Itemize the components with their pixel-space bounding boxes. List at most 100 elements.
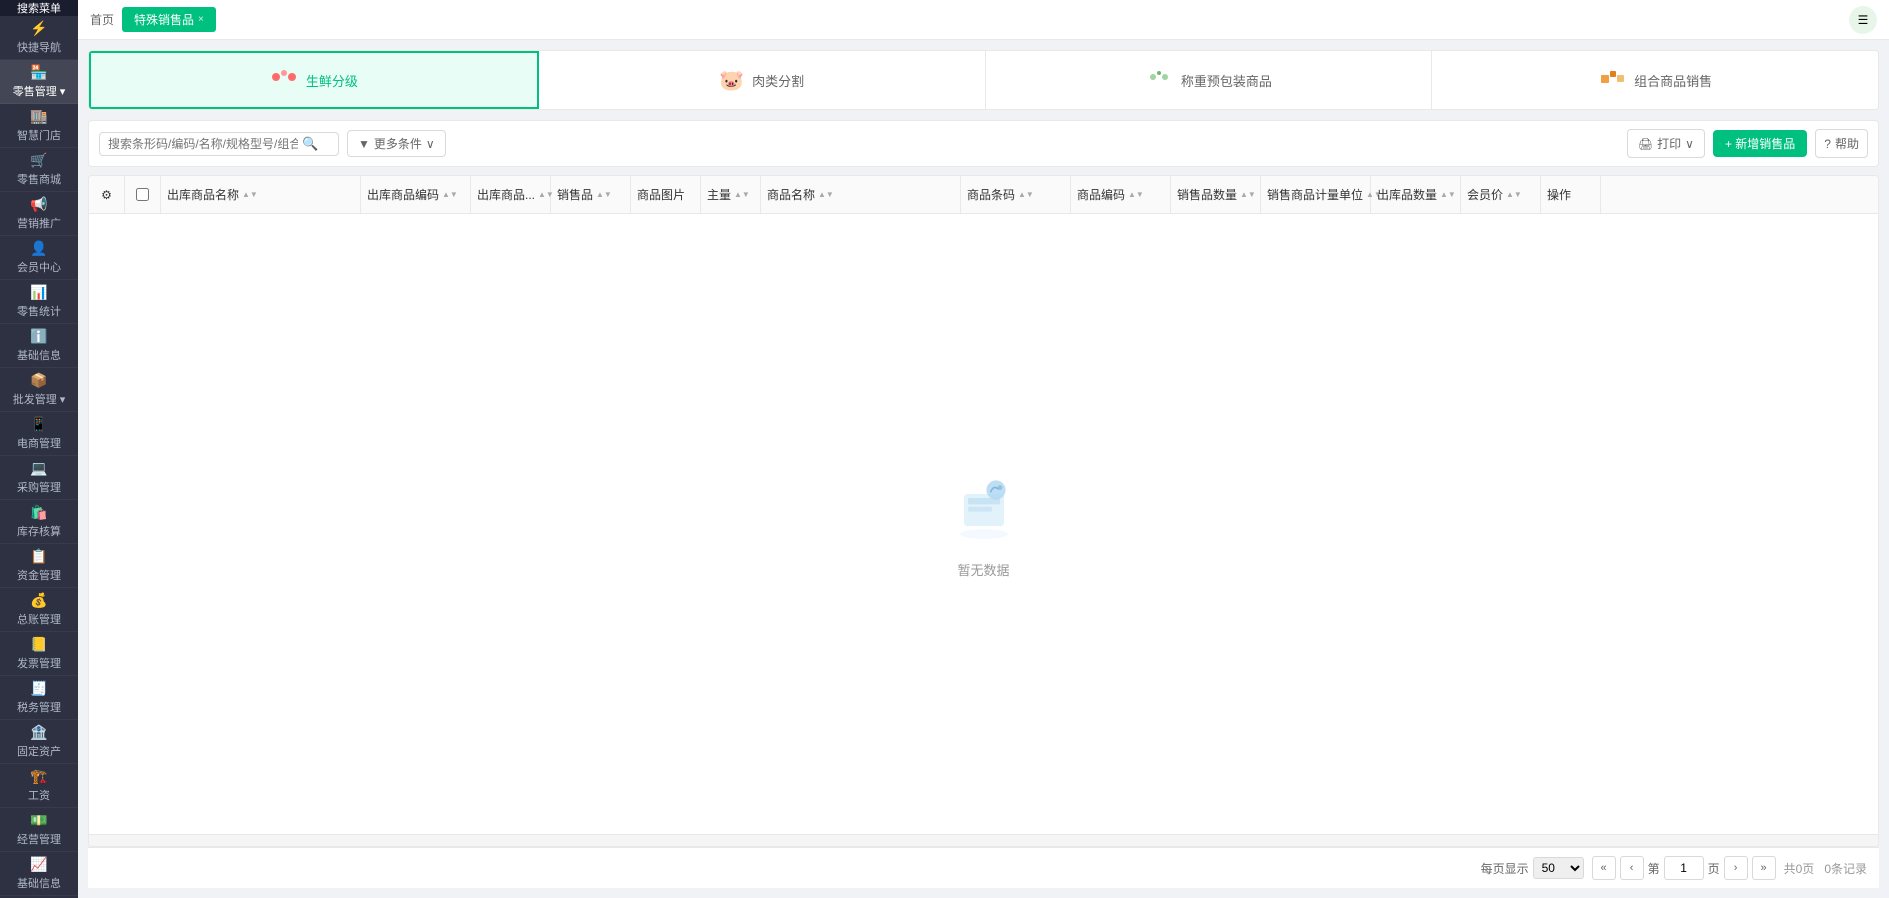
sidebar-item-label: 采购管理: [17, 479, 61, 495]
finance-icon: 💰: [30, 592, 47, 609]
add-sales-item-button[interactable]: + 新增销售品: [1713, 130, 1807, 157]
category-tabs: 生鲜分级 🐷 肉类分割 称重预包装商品: [88, 50, 1879, 110]
toggle-sidebar-button[interactable]: ☰: [1849, 6, 1877, 34]
th-out-sub: 出库商品... ▲▼: [471, 176, 551, 213]
sidebar-item-ecom-mgmt[interactable]: 💻 采购管理: [0, 456, 78, 500]
cat-tab-combo-sale[interactable]: 组合商品销售: [1432, 51, 1878, 109]
cat-tab-meat-cut[interactable]: 🐷 肉类分割: [539, 51, 986, 109]
sidebar-item-wholesale-mgmt[interactable]: 📦 批发管理 ▾: [0, 368, 78, 412]
sidebar-item-retail-stats[interactable]: 📊 零售统计: [0, 280, 78, 324]
page-total: 共0页 0条记录: [1784, 860, 1867, 877]
sidebar-item-label: 基础信息: [17, 875, 61, 891]
total-pages: 共0页: [1784, 862, 1815, 876]
topbar: 首页 特殊销售品 × ☰: [78, 0, 1889, 40]
first-page-button[interactable]: «: [1592, 856, 1616, 880]
th-unit: 主量 ▲▼: [701, 176, 761, 213]
sort-arrows-barcode[interactable]: ▲▼: [1018, 191, 1034, 199]
sort-arrows-sale-qty[interactable]: ▲▼: [1240, 191, 1256, 199]
sidebar-item-smart-store[interactable]: 🏬 智慧门店: [0, 104, 78, 148]
print-button[interactable]: 🖨 打印 ∨: [1627, 129, 1705, 158]
sidebar-item-retail-mgmt[interactable]: 🏪 零售管理 ▾: [0, 60, 78, 104]
sidebar-item-finance[interactable]: 💰 总账管理: [0, 588, 78, 632]
th-barcode-label: 商品条码: [967, 186, 1015, 203]
sidebar-item-ops-mgmt[interactable]: 📈 基础信息: [0, 852, 78, 896]
th-member-price: 会员价 ▲▼: [1461, 176, 1541, 213]
prev-page-button[interactable]: ‹: [1620, 856, 1644, 880]
sidebar-item-label: 电商管理: [17, 435, 61, 451]
sort-arrows-code[interactable]: ▲▼: [442, 191, 458, 199]
sidebar-item-general-ledger[interactable]: 📒 发票管理: [0, 632, 78, 676]
toolbar: 🔍 ▼ 更多条件 ∨ 🖨 打印 ∨ + 新增销售品 ? 帮助: [88, 120, 1879, 167]
cat-tab-weight-pack[interactable]: 称重预包装商品: [986, 51, 1433, 109]
sidebar-item-mini-ecom[interactable]: 📱 电商管理: [0, 412, 78, 456]
per-page-select[interactable]: 10 20 50 100: [1533, 857, 1584, 879]
sidebar-item-label: 工资: [28, 787, 50, 803]
sidebar-item-quick-nav[interactable]: ⚡ 快捷导航: [0, 16, 78, 60]
active-tab-label: 特殊销售品: [134, 11, 194, 28]
th-goods-name: 商品名称 ▲▼: [761, 176, 961, 213]
active-tab[interactable]: 特殊销售品 ×: [122, 7, 216, 32]
th-sale-unit: 销售商品计量单位 ▲▼: [1261, 176, 1371, 213]
th-checkbox[interactable]: [125, 176, 161, 213]
mini-ecom-icon: 📱: [30, 416, 47, 433]
sidebar-item-invoice-mgmt[interactable]: 🧾 税务管理: [0, 676, 78, 720]
member-center-icon: 👤: [30, 240, 47, 257]
main-content: 首页 特殊销售品 × ☰ 生鲜分级: [78, 0, 1889, 898]
next-page-button[interactable]: ›: [1724, 856, 1748, 880]
th-op-label: 操作: [1547, 186, 1571, 203]
sort-arrows-member-price[interactable]: ▲▼: [1506, 191, 1522, 199]
th-member-price-label: 会员价: [1467, 186, 1503, 203]
inventory-icon: 📋: [30, 548, 47, 565]
sidebar-item-inventory[interactable]: 📋 资金管理: [0, 544, 78, 588]
smart-store-icon: 🏬: [30, 108, 47, 125]
salary-icon: 💵: [30, 812, 47, 829]
sort-arrows-sale[interactable]: ▲▼: [596, 191, 612, 199]
marketing-icon: 📢: [30, 196, 47, 213]
sidebar-item-retail-mall[interactable]: 🛒 零售商城: [0, 148, 78, 192]
filter-button[interactable]: ▼ 更多条件 ∨: [347, 130, 446, 157]
tab-close-icon[interactable]: ×: [198, 14, 204, 25]
sidebar-item-tax-mgmt[interactable]: 🏦 固定资产: [0, 720, 78, 764]
sidebar-logo[interactable]: 搜索菜单: [0, 0, 78, 16]
th-settings[interactable]: ⚙: [89, 176, 125, 213]
th-out-code: 出库商品编码 ▲▼: [361, 176, 471, 213]
sidebar-item-basic-info[interactable]: ℹ️ 基础信息: [0, 324, 78, 368]
sidebar-item-member-center[interactable]: 👤 会员中心: [0, 236, 78, 280]
ecom-mgmt-icon: 💻: [30, 460, 47, 477]
last-page-button[interactable]: »: [1752, 856, 1776, 880]
filter-label: 更多条件: [374, 135, 422, 152]
sort-arrows-out-qty[interactable]: ▲▼: [1440, 191, 1456, 199]
th-sale-item-label: 销售品: [557, 186, 593, 203]
sidebar-item-marketing[interactable]: 📢 营销推广: [0, 192, 78, 236]
table-header: ⚙ 出库商品名称 ▲▼ 出库商品编码 ▲▼ 出库商品... ▲▼: [89, 176, 1878, 214]
sort-arrows-goods-code[interactable]: ▲▼: [1128, 191, 1144, 199]
retail-stats-icon: 📊: [30, 284, 47, 301]
th-out-qty: 出库品数量 ▲▼: [1371, 176, 1461, 213]
th-goods-code-label: 商品编码: [1077, 186, 1125, 203]
help-button[interactable]: ? 帮助: [1815, 129, 1868, 158]
topbar-right: ☰: [1849, 6, 1877, 34]
search-input[interactable]: [108, 137, 298, 151]
home-link[interactable]: 首页: [90, 11, 114, 28]
table-container: ⚙ 出库商品名称 ▲▼ 出库商品编码 ▲▼ 出库商品... ▲▼: [88, 175, 1879, 847]
cat-tab-fresh-grade[interactable]: 生鲜分级: [89, 51, 539, 109]
select-all-checkbox[interactable]: [136, 188, 149, 201]
horizontal-scrollbar[interactable]: [89, 834, 1878, 846]
sort-arrows-unit[interactable]: ▲▼: [734, 191, 750, 199]
cat-tab-combo-sale-label: 组合商品销售: [1634, 71, 1712, 90]
sidebar-item-label: 零售管理 ▾: [13, 83, 66, 99]
sort-arrows[interactable]: ▲▼: [242, 191, 258, 199]
th-out-code-label: 出库商品编码: [367, 186, 439, 203]
sidebar-item-purchase-mgmt[interactable]: 🛍️ 库存核算: [0, 500, 78, 544]
th-op: 操作: [1541, 176, 1601, 213]
th-unit-label: 主量: [707, 186, 731, 203]
sort-arrows-goods-name[interactable]: ▲▼: [818, 191, 834, 199]
purchase-mgmt-icon: 🛍️: [30, 504, 47, 521]
sidebar-item-fixed-assets[interactable]: 🏗️ 工资: [0, 764, 78, 808]
page-label-before: 第: [1648, 860, 1660, 877]
search-icon[interactable]: 🔍: [302, 136, 318, 152]
sidebar-item-salary[interactable]: 💵 经营管理: [0, 808, 78, 852]
invoice-mgmt-icon: 🧾: [30, 680, 47, 697]
weight-pack-icon: [1145, 67, 1173, 93]
page-number-input[interactable]: [1664, 856, 1704, 880]
